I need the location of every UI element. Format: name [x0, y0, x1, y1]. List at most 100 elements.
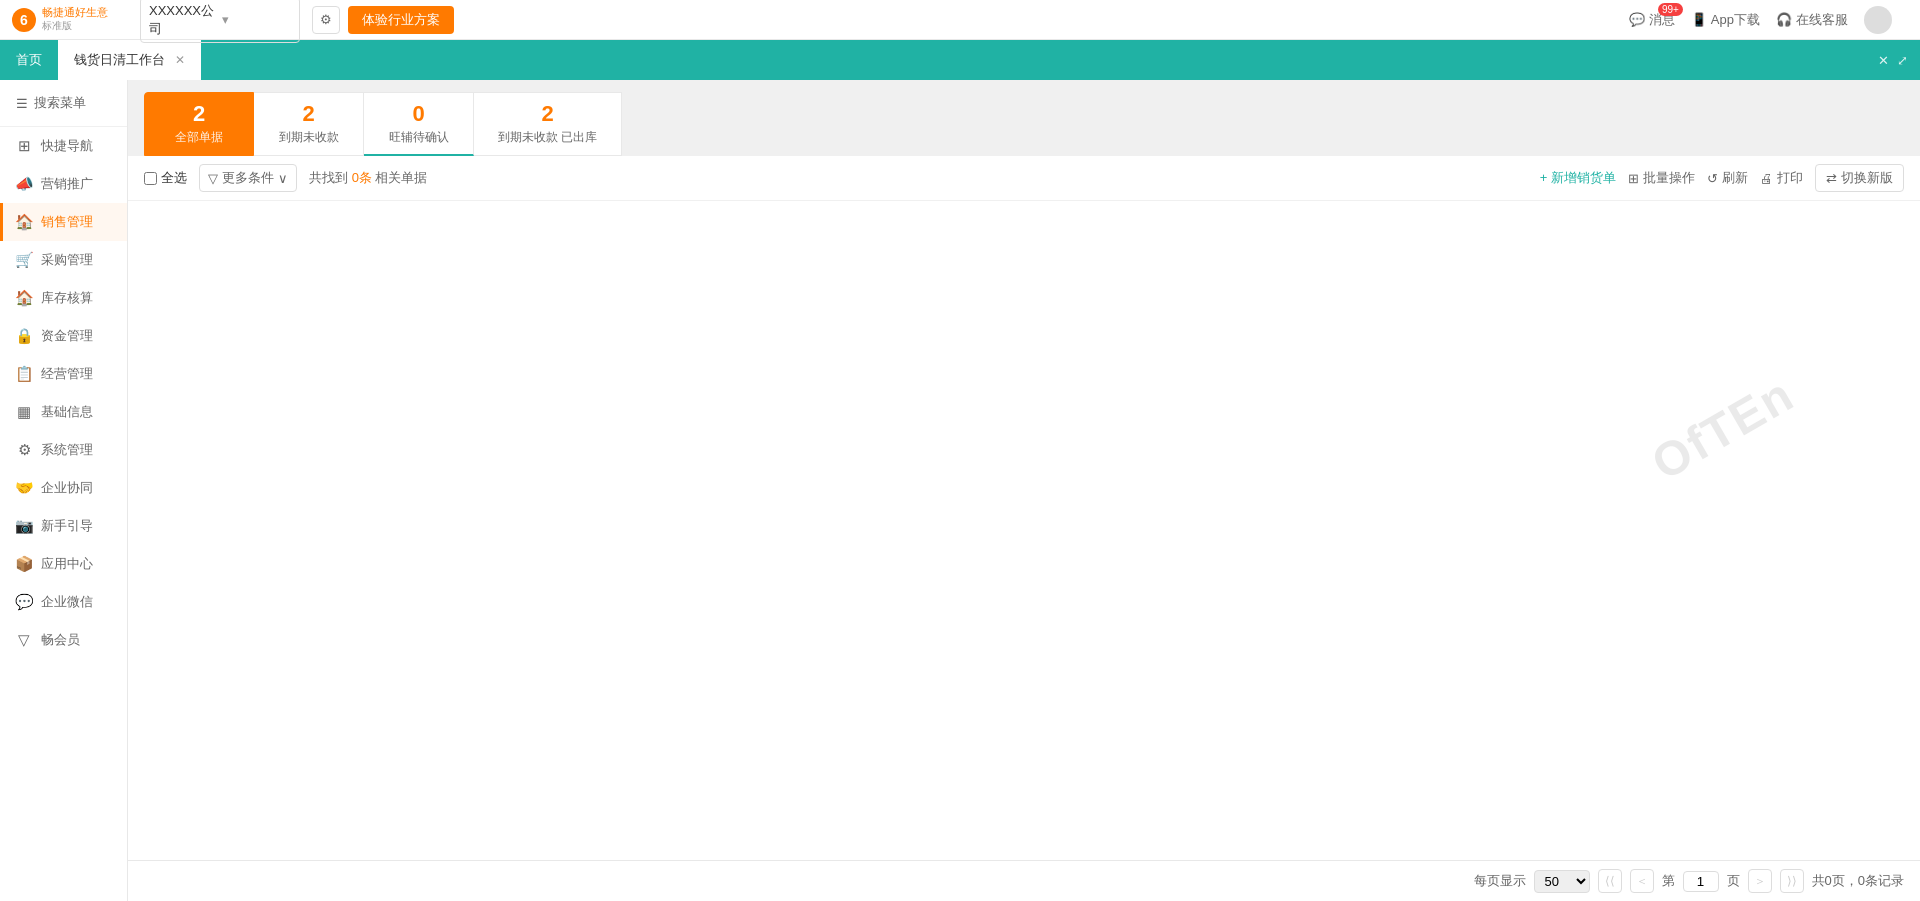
member-icon: ▽: [15, 631, 33, 649]
close-icon[interactable]: ✕: [175, 53, 185, 67]
tab-home[interactable]: 首页: [0, 40, 58, 80]
wechat-icon: 💬: [15, 593, 33, 611]
app-center-icon: 📦: [15, 555, 33, 573]
sidebar-item-cooperation[interactable]: 🤝 企业协同: [0, 469, 127, 507]
settings-button[interactable]: ⚙: [312, 6, 340, 34]
inventory-icon: 🏠: [15, 289, 33, 307]
avatar[interactable]: [1864, 6, 1892, 34]
print-button[interactable]: 🖨 打印: [1760, 169, 1803, 187]
sidebar-item-app-center[interactable]: 📦 应用中心: [0, 545, 127, 583]
sidebar-item-finance[interactable]: 🔒 资金管理: [0, 317, 127, 355]
last-page-button[interactable]: ⟩⟩: [1780, 869, 1804, 893]
first-page-button[interactable]: ⟨⟨: [1598, 869, 1622, 893]
basic-info-label: 基础信息: [41, 403, 93, 421]
prev-page-button[interactable]: ＜: [1630, 869, 1654, 893]
stat-tab-all[interactable]: 2 全部单据: [144, 92, 254, 156]
page-size-select[interactable]: 50 100 200: [1534, 870, 1590, 893]
online-service-button[interactable]: 🎧 在线客服: [1776, 11, 1848, 29]
tab-controls: ✕ ⤢: [1866, 40, 1920, 80]
member-label: 畅会员: [41, 631, 80, 649]
top-header: 6 畅捷通好生意 标准版 XXXXXX公司 ▾ ⚙ 体验行业方案 💬 消息 99…: [0, 0, 1920, 40]
watermark: OfTEn: [1643, 367, 1804, 492]
switch-version-button[interactable]: ⇄ 切换新版: [1815, 164, 1904, 192]
logo-icon: 6: [12, 8, 36, 32]
logo-badge: 标准版: [42, 19, 108, 33]
search-menu-button[interactable]: ☰ 搜索菜单: [8, 88, 119, 118]
app-download-button[interactable]: 📱 App下载: [1691, 11, 1760, 29]
expand-icon[interactable]: ⤢: [1897, 53, 1908, 68]
message-badge: 99+: [1658, 3, 1683, 16]
logo-area: 6 畅捷通好生意 标准版: [12, 6, 140, 33]
guide-icon: 📷: [15, 517, 33, 535]
chevron-down-icon: ∨: [278, 171, 288, 186]
marketing-label: 营销推广: [41, 175, 93, 193]
sidebar-item-guide[interactable]: 📷 新手引导: [0, 507, 127, 545]
refresh-button[interactable]: ↺ 刷新: [1707, 169, 1748, 187]
chevron-down-icon: ▾: [222, 12, 291, 27]
app-center-label: 应用中心: [41, 555, 93, 573]
stat-tab-overdue[interactable]: 2 到期未收款: [254, 92, 364, 156]
finance-label: 资金管理: [41, 327, 93, 345]
system-label: 系统管理: [41, 441, 93, 459]
select-all-checkbox[interactable]: [144, 172, 157, 185]
print-icon: 🖨: [1760, 171, 1773, 186]
operations-icon: 📋: [15, 365, 33, 383]
filter-button[interactable]: ▽ 更多条件 ∨: [199, 164, 297, 192]
page-input[interactable]: [1683, 871, 1719, 892]
cooperation-icon: 🤝: [15, 479, 33, 497]
operations-label: 经营管理: [41, 365, 93, 383]
refresh-icon: ↺: [1707, 171, 1718, 186]
purchase-label: 采购管理: [41, 251, 93, 269]
quick-nav-label: 快捷导航: [41, 137, 93, 155]
stat-tab-pending[interactable]: 0 旺辅待确认: [364, 92, 474, 156]
pagination: 每页显示 50 100 200 ⟨⟨ ＜ 第 页 ＞ ⟩⟩ 共0页，0条记录: [128, 860, 1920, 901]
per-page-label: 每页显示: [1474, 872, 1526, 890]
message-button[interactable]: 💬 消息 99+: [1629, 11, 1675, 29]
batch-operation-button[interactable]: ⊞ 批量操作: [1628, 169, 1695, 187]
finance-icon: 🔒: [15, 327, 33, 345]
system-icon: ⚙: [15, 441, 33, 459]
sidebar-item-operations[interactable]: 📋 经营管理: [0, 355, 127, 393]
sidebar-item-system[interactable]: ⚙ 系统管理: [0, 431, 127, 469]
company-selector[interactable]: XXXXXX公司 ▾: [140, 0, 300, 43]
switch-icon: ⇄: [1826, 171, 1837, 186]
sidebar-item-wechat[interactable]: 💬 企业微信: [0, 583, 127, 621]
sidebar-item-sales[interactable]: 🏠 销售管理: [0, 203, 127, 241]
guide-label: 新手引导: [41, 517, 93, 535]
sidebar-search-area: ☰ 搜索菜单: [0, 80, 127, 127]
toolbar: 全选 ▽ 更多条件 ∨ 共找到 0条 相关单据 + 新增销货单 ⊞ 批量操作 ↺…: [128, 156, 1920, 201]
stat-count-all: 2: [169, 101, 229, 127]
experience-button[interactable]: 体验行业方案: [348, 6, 454, 34]
stat-count-shipped: 2: [498, 101, 597, 127]
sidebar-item-inventory[interactable]: 🏠 库存核算: [0, 279, 127, 317]
sidebar-item-member[interactable]: ▽ 畅会员: [0, 621, 127, 659]
found-number: 0条: [352, 170, 372, 185]
stat-label-shipped: 到期未收款 已出库: [498, 129, 597, 146]
add-sales-order-button[interactable]: + 新增销货单: [1540, 169, 1616, 187]
nav-tabs: 首页 钱货日清工作台 ✕ ✕ ⤢: [0, 40, 1920, 80]
sidebar-item-basic-info[interactable]: ▦ 基础信息: [0, 393, 127, 431]
sidebar: ☰ 搜索菜单 ⊞ 快捷导航 📣 营销推广 🏠 销售管理 🛒 采购管理 🏠 库存核…: [0, 80, 128, 901]
service-icon: 🎧: [1776, 12, 1792, 27]
sidebar-item-quick-nav[interactable]: ⊞ 快捷导航: [0, 127, 127, 165]
content-area: 2 全部单据 2 到期未收款 0 旺辅待确认 2 到期未收款 已出库 全选: [128, 80, 1920, 901]
message-icon: 💬: [1629, 12, 1645, 27]
tab-qianhuori[interactable]: 钱货日清工作台 ✕: [58, 40, 201, 80]
select-all-area: 全选: [144, 169, 187, 187]
stat-count-pending: 0: [388, 101, 449, 127]
refresh-label: 刷新: [1722, 169, 1748, 187]
sidebar-item-purchase[interactable]: 🛒 采购管理: [0, 241, 127, 279]
marketing-icon: 📣: [15, 175, 33, 193]
download-icon: 📱: [1691, 12, 1707, 27]
stat-tab-shipped[interactable]: 2 到期未收款 已出库: [474, 92, 622, 156]
purchase-icon: 🛒: [15, 251, 33, 269]
close-window-icon[interactable]: ✕: [1878, 53, 1889, 68]
stats-tabs: 2 全部单据 2 到期未收款 0 旺辅待确认 2 到期未收款 已出库: [128, 80, 1920, 156]
found-count: 共找到 0条 相关单据: [309, 169, 427, 187]
next-page-button[interactable]: ＞: [1748, 869, 1772, 893]
cooperation-label: 企业协同: [41, 479, 93, 497]
filter-label: 更多条件: [222, 169, 274, 187]
main-layout: ☰ 搜索菜单 ⊞ 快捷导航 📣 营销推广 🏠 销售管理 🛒 采购管理 🏠 库存核…: [0, 80, 1920, 901]
sidebar-item-marketing[interactable]: 📣 营销推广: [0, 165, 127, 203]
page-text: 第: [1662, 872, 1675, 890]
